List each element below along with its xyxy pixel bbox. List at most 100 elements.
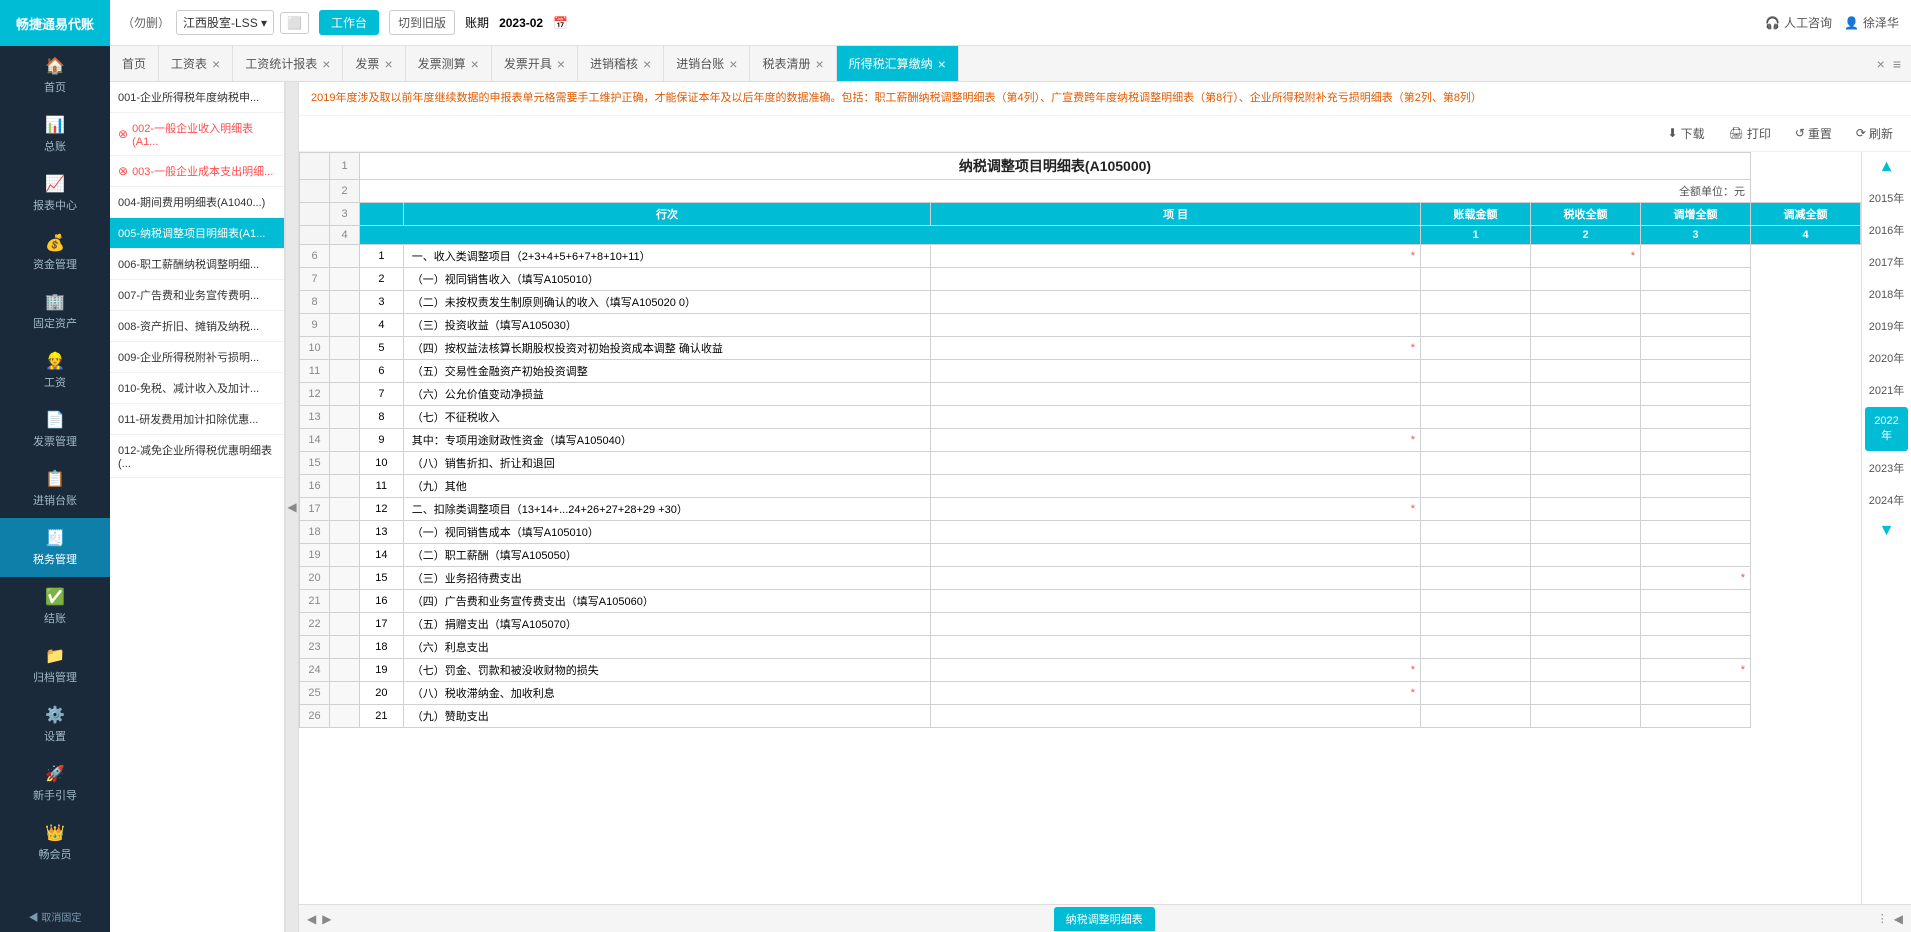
cell-v4[interactable] bbox=[1641, 612, 1751, 635]
cell-v3[interactable] bbox=[1531, 451, 1641, 474]
cell-v3[interactable] bbox=[1531, 405, 1641, 428]
sidebar-unpin[interactable]: ◀ 取消固定 bbox=[0, 901, 110, 932]
company-dropdown[interactable]: 江西股室-LSS ▾ bbox=[176, 10, 274, 35]
year-2020[interactable]: 2020年 bbox=[1862, 342, 1911, 374]
cell-v1[interactable] bbox=[931, 405, 1421, 428]
reset-button[interactable]: ↺ 重置 bbox=[1789, 122, 1838, 145]
cell-v2[interactable] bbox=[1421, 244, 1531, 267]
service-button[interactable]: 🎧 人工咨询 bbox=[1765, 14, 1832, 31]
cell-v3[interactable] bbox=[1531, 382, 1641, 405]
cell-v3[interactable] bbox=[1531, 497, 1641, 520]
left-item-007[interactable]: 007-广告费和业务宣传费明... bbox=[110, 280, 284, 311]
cell-v2[interactable] bbox=[1421, 451, 1531, 474]
left-item-004[interactable]: 004-期间费用明细表(A1040...) bbox=[110, 187, 284, 218]
year-2018[interactable]: 2018年 bbox=[1862, 278, 1911, 310]
cell-v1[interactable]: * bbox=[931, 428, 1421, 451]
cell-v1[interactable] bbox=[931, 359, 1421, 382]
cell-v2[interactable] bbox=[1421, 635, 1531, 658]
tab-invoice-open[interactable]: 发票开具 × bbox=[492, 46, 578, 81]
scroll-to-left-icon[interactable]: ◀ bbox=[1894, 912, 1903, 926]
refresh-button[interactable]: ⟳ 刷新 bbox=[1850, 122, 1899, 145]
cell-v1[interactable] bbox=[931, 612, 1421, 635]
tab-tax-list[interactable]: 税表清册 × bbox=[750, 46, 836, 81]
cell-v2[interactable] bbox=[1421, 313, 1531, 336]
cell-v2[interactable] bbox=[1421, 543, 1531, 566]
tab-invoice-open-close[interactable]: × bbox=[557, 56, 565, 72]
year-2024[interactable]: 2024年 bbox=[1862, 484, 1911, 516]
cell-xiangmu[interactable]: （九）其他 bbox=[403, 474, 930, 497]
cell-v2[interactable] bbox=[1421, 704, 1531, 727]
table-row[interactable]: 1813（一）视同销售成本（填写A105010） bbox=[300, 520, 1861, 543]
cell-v2[interactable] bbox=[1421, 336, 1531, 359]
year-2015[interactable]: 2015年 bbox=[1862, 182, 1911, 214]
sidebar-item-assets[interactable]: 🏢 固定资产 bbox=[0, 282, 110, 341]
cell-v3[interactable] bbox=[1531, 520, 1641, 543]
sidebar-item-purchsale[interactable]: 📋 进销台账 bbox=[0, 459, 110, 518]
cell-v4[interactable] bbox=[1641, 543, 1751, 566]
cell-v2[interactable] bbox=[1421, 405, 1531, 428]
left-item-008[interactable]: 008-资产折旧、摊销及纳税... bbox=[110, 311, 284, 342]
cell-xiangmu[interactable]: （五）捐赠支出（填写A105070） bbox=[403, 612, 930, 635]
cell-v1[interactable]: * bbox=[931, 658, 1421, 681]
tab-income-tax[interactable]: 所得税汇算缴纳 × bbox=[837, 46, 959, 81]
table-row[interactable]: 1712二、扣除类调整项目（13+14+...24+26+27+28+29 +3… bbox=[300, 497, 1861, 520]
cell-xiangmu[interactable]: 一、收入类调整项目（2+3+4+5+6+7+8+10+11） bbox=[403, 244, 930, 267]
cell-xiangmu[interactable]: （八）销售折扣、折让和退回 bbox=[403, 451, 930, 474]
cell-v1[interactable]: * bbox=[931, 336, 1421, 359]
user-button[interactable]: 👤 徐泽华 bbox=[1844, 14, 1899, 31]
sidebar-item-member[interactable]: 👑 畅会员 bbox=[0, 813, 110, 872]
cell-v3[interactable] bbox=[1531, 589, 1641, 612]
cell-v1[interactable] bbox=[931, 520, 1421, 543]
tab-purchsale-check-close[interactable]: × bbox=[643, 56, 651, 72]
table-row[interactable]: 2318（六）利息支出 bbox=[300, 635, 1861, 658]
cell-v1[interactable] bbox=[931, 566, 1421, 589]
cell-v4[interactable] bbox=[1641, 267, 1751, 290]
cell-v4[interactable] bbox=[1641, 405, 1751, 428]
cell-v1[interactable] bbox=[931, 451, 1421, 474]
cell-xiangmu[interactable]: （一）视同销售成本（填写A105010） bbox=[403, 520, 930, 543]
table-row[interactable]: 94（三）投资收益（填写A105030） bbox=[300, 313, 1861, 336]
close-all-icon[interactable]: × bbox=[1877, 56, 1885, 72]
cell-xiangmu[interactable]: （二）未按权责发生制原则确认的收入（填写A105020 0） bbox=[403, 290, 930, 313]
sidebar-item-guide[interactable]: 🚀 新手引导 bbox=[0, 754, 110, 813]
cell-v1[interactable] bbox=[931, 474, 1421, 497]
cell-v4[interactable] bbox=[1641, 244, 1751, 267]
cell-v2[interactable] bbox=[1421, 290, 1531, 313]
left-item-005[interactable]: 005-纳税调整项目明细表(A1... bbox=[110, 218, 284, 249]
left-item-011[interactable]: 011-研发费用加计扣除优惠... bbox=[110, 404, 284, 435]
cell-v1[interactable] bbox=[931, 313, 1421, 336]
sidebar-item-ledger[interactable]: 📊 总账 bbox=[0, 105, 110, 164]
cell-xiangmu[interactable]: （七）罚金、罚款和被没收财物的损失 bbox=[403, 658, 930, 681]
cell-v4[interactable]: * bbox=[1641, 658, 1751, 681]
sidebar-item-payroll[interactable]: 👷 工资 bbox=[0, 341, 110, 400]
cell-v2[interactable] bbox=[1421, 589, 1531, 612]
cell-v3[interactable]: * bbox=[1531, 244, 1641, 267]
year-2023[interactable]: 2023年 bbox=[1862, 452, 1911, 484]
cell-v4[interactable] bbox=[1641, 474, 1751, 497]
workbench-button[interactable]: 工作台 bbox=[319, 10, 379, 35]
year-scroll-up[interactable]: ▲ bbox=[1873, 152, 1901, 182]
sidebar-item-close[interactable]: ✅ 结账 bbox=[0, 577, 110, 636]
year-2016[interactable]: 2016年 bbox=[1862, 214, 1911, 246]
tab-purchsale-check[interactable]: 进销稽核 × bbox=[578, 46, 664, 81]
table-row[interactable]: 1510（八）销售折扣、折让和退回 bbox=[300, 451, 1861, 474]
scroll-right-icon[interactable]: ▶ bbox=[322, 912, 331, 926]
cell-v2[interactable] bbox=[1421, 474, 1531, 497]
cell-v1[interactable] bbox=[931, 635, 1421, 658]
sidebar-item-tax[interactable]: 🧾 税务管理 bbox=[0, 518, 110, 577]
tab-invoice-calc[interactable]: 发票测算 × bbox=[406, 46, 492, 81]
tab-payroll-close[interactable]: × bbox=[212, 56, 220, 72]
cell-v3[interactable] bbox=[1531, 290, 1641, 313]
tab-invoice-calc-close[interactable]: × bbox=[471, 56, 479, 72]
cell-v2[interactable] bbox=[1421, 428, 1531, 451]
download-button[interactable]: ⬇ 下载 bbox=[1662, 122, 1711, 145]
year-2021[interactable]: 2021年 bbox=[1862, 374, 1911, 406]
table-row[interactable]: 2217（五）捐赠支出（填写A105070） bbox=[300, 612, 1861, 635]
tab-payroll-stats[interactable]: 工资统计报表 × bbox=[233, 46, 343, 81]
cell-v3[interactable] bbox=[1531, 658, 1641, 681]
cell-v2[interactable] bbox=[1421, 658, 1531, 681]
tab-home[interactable]: 首页 bbox=[110, 46, 159, 81]
left-item-009[interactable]: 009-企业所得税附补亏损明... bbox=[110, 342, 284, 373]
tabbar-menu-icon[interactable]: ≡ bbox=[1893, 56, 1901, 72]
cell-v4[interactable] bbox=[1641, 704, 1751, 727]
